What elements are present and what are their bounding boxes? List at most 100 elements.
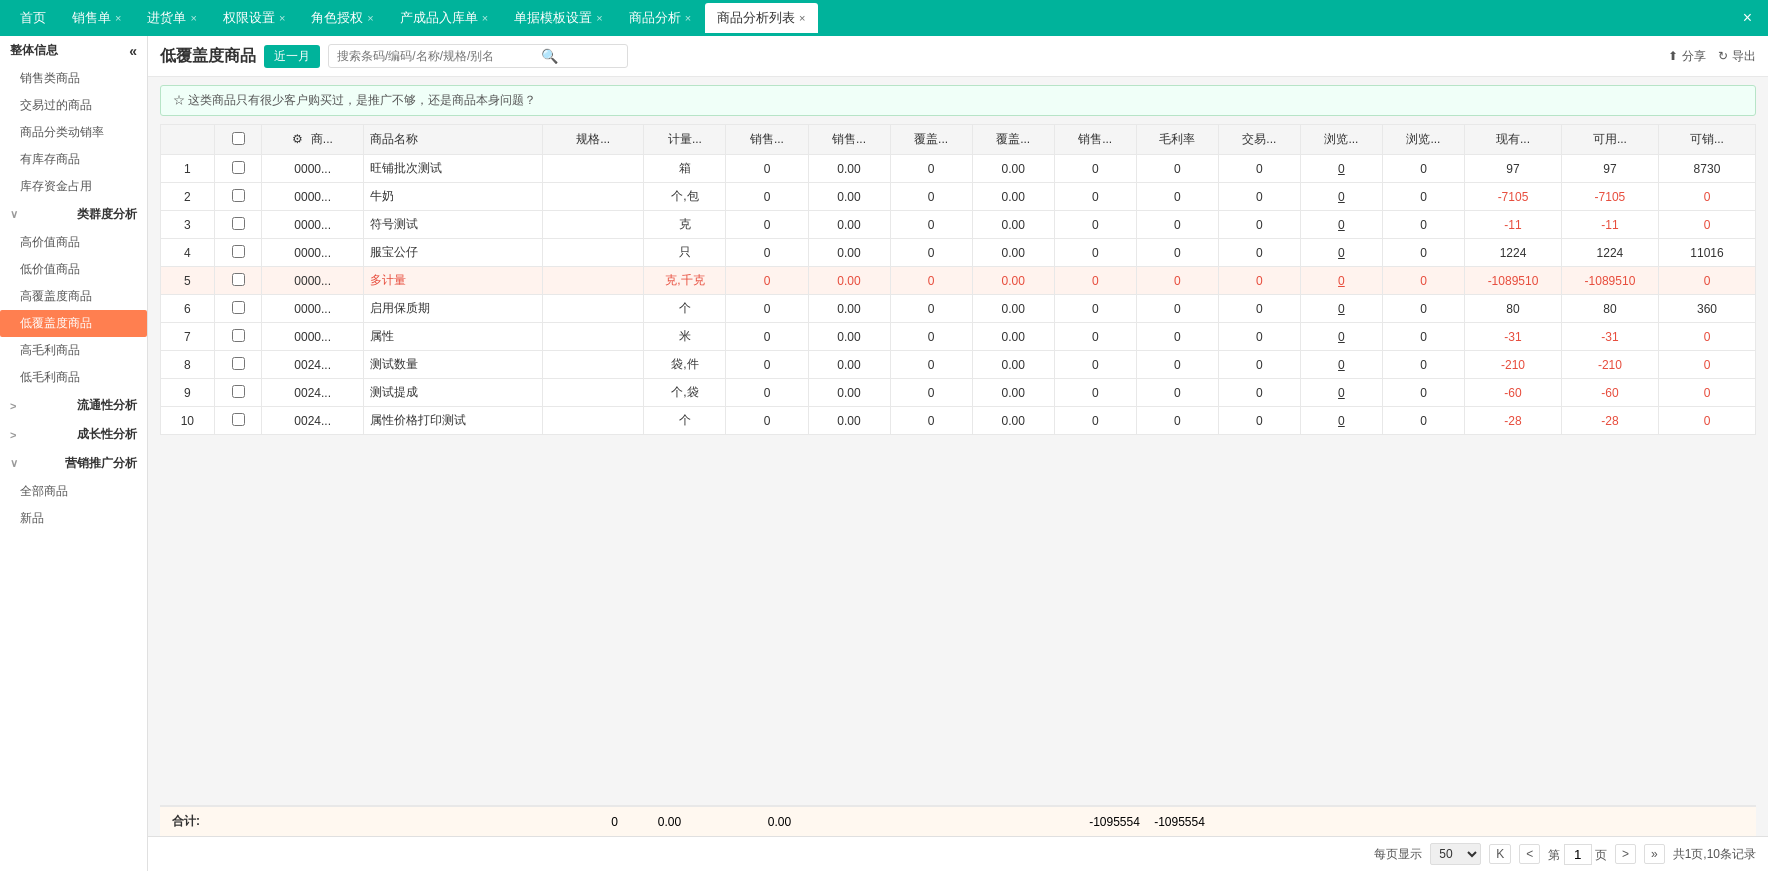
row-browse1[interactable]: 0 bbox=[1300, 379, 1382, 407]
nav-tab-analysis[interactable]: 商品分析 × bbox=[617, 3, 703, 33]
search-input[interactable] bbox=[337, 49, 537, 63]
sidebar-item-all-goods[interactable]: 全部商品 bbox=[0, 478, 147, 505]
close-icon[interactable]: × bbox=[482, 12, 488, 24]
col-name-header[interactable]: 商品名称 bbox=[363, 125, 542, 155]
sidebar-item-low-coverage[interactable]: 低覆盖度商品 bbox=[0, 310, 147, 337]
row-browse1[interactable]: 0 bbox=[1300, 267, 1382, 295]
sidebar-item-in-stock[interactable]: 有库存商品 bbox=[0, 146, 147, 173]
col-cover1-header[interactable]: 覆盖... bbox=[890, 125, 972, 155]
row-checkbox[interactable] bbox=[214, 183, 262, 211]
sidebar-item-high-value[interactable]: 高价值商品 bbox=[0, 229, 147, 256]
row-checkbox[interactable] bbox=[214, 155, 262, 183]
col-spec-header[interactable]: 规格... bbox=[542, 125, 643, 155]
row-code: 0000... bbox=[262, 183, 363, 211]
window-close-button[interactable]: × bbox=[1735, 5, 1760, 31]
close-icon[interactable]: × bbox=[685, 12, 691, 24]
sidebar-item-new-goods[interactable]: 新品 bbox=[0, 505, 147, 532]
row-browse1[interactable]: 0 bbox=[1300, 211, 1382, 239]
nav-tab-purchase[interactable]: 进货单 × bbox=[135, 3, 208, 33]
sidebar-section-cluster[interactable]: ∨ 类群度分析 bbox=[0, 200, 147, 229]
row-select-checkbox[interactable] bbox=[232, 189, 245, 202]
data-table: ⚙ 商... 商品名称 规格... 计量... 销售... 销售... 覆盖..… bbox=[160, 124, 1756, 435]
collapse-icon[interactable]: « bbox=[129, 43, 137, 59]
col-stock2-header[interactable]: 可用... bbox=[1561, 125, 1658, 155]
row-checkbox[interactable] bbox=[214, 295, 262, 323]
row-browse1[interactable]: 0 bbox=[1300, 323, 1382, 351]
col-browse1-header[interactable]: 浏览... bbox=[1300, 125, 1382, 155]
sidebar-section-liquidity[interactable]: > 流通性分析 bbox=[0, 391, 147, 420]
time-filter-button[interactable]: 近一月 bbox=[264, 45, 320, 68]
row-checkbox[interactable] bbox=[214, 323, 262, 351]
sidebar-section-growth[interactable]: > 成长性分析 bbox=[0, 420, 147, 449]
row-browse1[interactable]: 0 bbox=[1300, 239, 1382, 267]
col-cover2-header[interactable]: 覆盖... bbox=[972, 125, 1054, 155]
col-browse2-header[interactable]: 浏览... bbox=[1382, 125, 1464, 155]
last-page-button[interactable]: » bbox=[1644, 844, 1665, 864]
close-icon[interactable]: × bbox=[115, 12, 121, 24]
close-icon[interactable]: × bbox=[367, 12, 373, 24]
nav-tab-permissions[interactable]: 权限设置 × bbox=[211, 3, 297, 33]
col-sellable-header[interactable]: 可销... bbox=[1658, 125, 1755, 155]
row-checkbox[interactable] bbox=[214, 267, 262, 295]
sidebar-item-traded-goods[interactable]: 交易过的商品 bbox=[0, 92, 147, 119]
row-browse1[interactable]: 0 bbox=[1300, 351, 1382, 379]
row-checkbox[interactable] bbox=[214, 379, 262, 407]
page-number-input[interactable] bbox=[1564, 844, 1592, 865]
next-page-button[interactable]: > bbox=[1615, 844, 1636, 864]
row-browse1[interactable]: 0 bbox=[1300, 183, 1382, 211]
row-sales3: 0 bbox=[1054, 155, 1136, 183]
sidebar-item-high-margin[interactable]: 高毛利商品 bbox=[0, 337, 147, 364]
row-checkbox[interactable] bbox=[214, 211, 262, 239]
row-select-checkbox[interactable] bbox=[232, 329, 245, 342]
close-icon[interactable]: × bbox=[799, 12, 805, 24]
nav-tab-roles[interactable]: 角色授权 × bbox=[299, 3, 385, 33]
row-select-checkbox[interactable] bbox=[232, 161, 245, 174]
sidebar-item-stock-funds[interactable]: 库存资金占用 bbox=[0, 173, 147, 200]
row-select-checkbox[interactable] bbox=[232, 245, 245, 258]
col-gross-header[interactable]: 毛利率 bbox=[1136, 125, 1218, 155]
row-select-checkbox[interactable] bbox=[232, 413, 245, 426]
row-browse1[interactable]: 0 bbox=[1300, 155, 1382, 183]
nav-tab-home[interactable]: 首页 bbox=[8, 3, 58, 33]
sidebar-item-low-margin[interactable]: 低毛利商品 bbox=[0, 364, 147, 391]
prev-page-button[interactable]: < bbox=[1519, 844, 1540, 864]
sidebar-item-low-value[interactable]: 低价值商品 bbox=[0, 256, 147, 283]
col-stock1-header[interactable]: 现有... bbox=[1465, 125, 1562, 155]
col-sales1-header[interactable]: 销售... bbox=[726, 125, 808, 155]
col-unit-header[interactable]: 计量... bbox=[644, 125, 726, 155]
row-select-checkbox[interactable] bbox=[232, 385, 245, 398]
sidebar-item-high-coverage[interactable]: 高覆盖度商品 bbox=[0, 283, 147, 310]
col-code-header[interactable]: ⚙ 商... bbox=[262, 125, 363, 155]
col-checkbox-header[interactable] bbox=[214, 125, 262, 155]
select-all-checkbox[interactable] bbox=[232, 132, 245, 145]
nav-tab-template[interactable]: 单据模板设置 × bbox=[502, 3, 614, 33]
col-sales2-header[interactable]: 销售... bbox=[808, 125, 890, 155]
close-icon[interactable]: × bbox=[279, 12, 285, 24]
nav-tab-products-in[interactable]: 产成品入库单 × bbox=[388, 3, 500, 33]
row-checkbox[interactable] bbox=[214, 407, 262, 435]
row-browse1[interactable]: 0 bbox=[1300, 295, 1382, 323]
sidebar-item-category-sales-rate[interactable]: 商品分类动销率 bbox=[0, 119, 147, 146]
sidebar-item-sales-goods[interactable]: 销售类商品 bbox=[0, 65, 147, 92]
search-icon[interactable]: 🔍 bbox=[541, 48, 558, 64]
nav-tab-analysis-list[interactable]: 商品分析列表 × bbox=[705, 3, 817, 33]
close-icon[interactable]: × bbox=[596, 12, 602, 24]
row-checkbox[interactable] bbox=[214, 351, 262, 379]
sidebar-section-marketing[interactable]: ∨ 营销推广分析 bbox=[0, 449, 147, 478]
share-button[interactable]: ⬆ 分享 bbox=[1668, 48, 1706, 65]
row-select-checkbox[interactable] bbox=[232, 357, 245, 370]
row-checkbox[interactable] bbox=[214, 239, 262, 267]
row-browse1[interactable]: 0 bbox=[1300, 407, 1382, 435]
settings-icon[interactable]: ⚙ bbox=[292, 132, 303, 146]
col-sales3-header[interactable]: 销售... bbox=[1054, 125, 1136, 155]
row-select-checkbox[interactable] bbox=[232, 273, 245, 286]
first-page-button[interactable]: K bbox=[1489, 844, 1511, 864]
sidebar-section-overview[interactable]: 整体信息 « bbox=[0, 36, 147, 65]
row-select-checkbox[interactable] bbox=[232, 217, 245, 230]
col-trade-header[interactable]: 交易... bbox=[1218, 125, 1300, 155]
export-button[interactable]: ↻ 导出 bbox=[1718, 48, 1756, 65]
per-page-select[interactable]: 50 100 bbox=[1430, 843, 1481, 865]
row-select-checkbox[interactable] bbox=[232, 301, 245, 314]
close-icon[interactable]: × bbox=[190, 12, 196, 24]
nav-tab-sales[interactable]: 销售单 × bbox=[60, 3, 133, 33]
